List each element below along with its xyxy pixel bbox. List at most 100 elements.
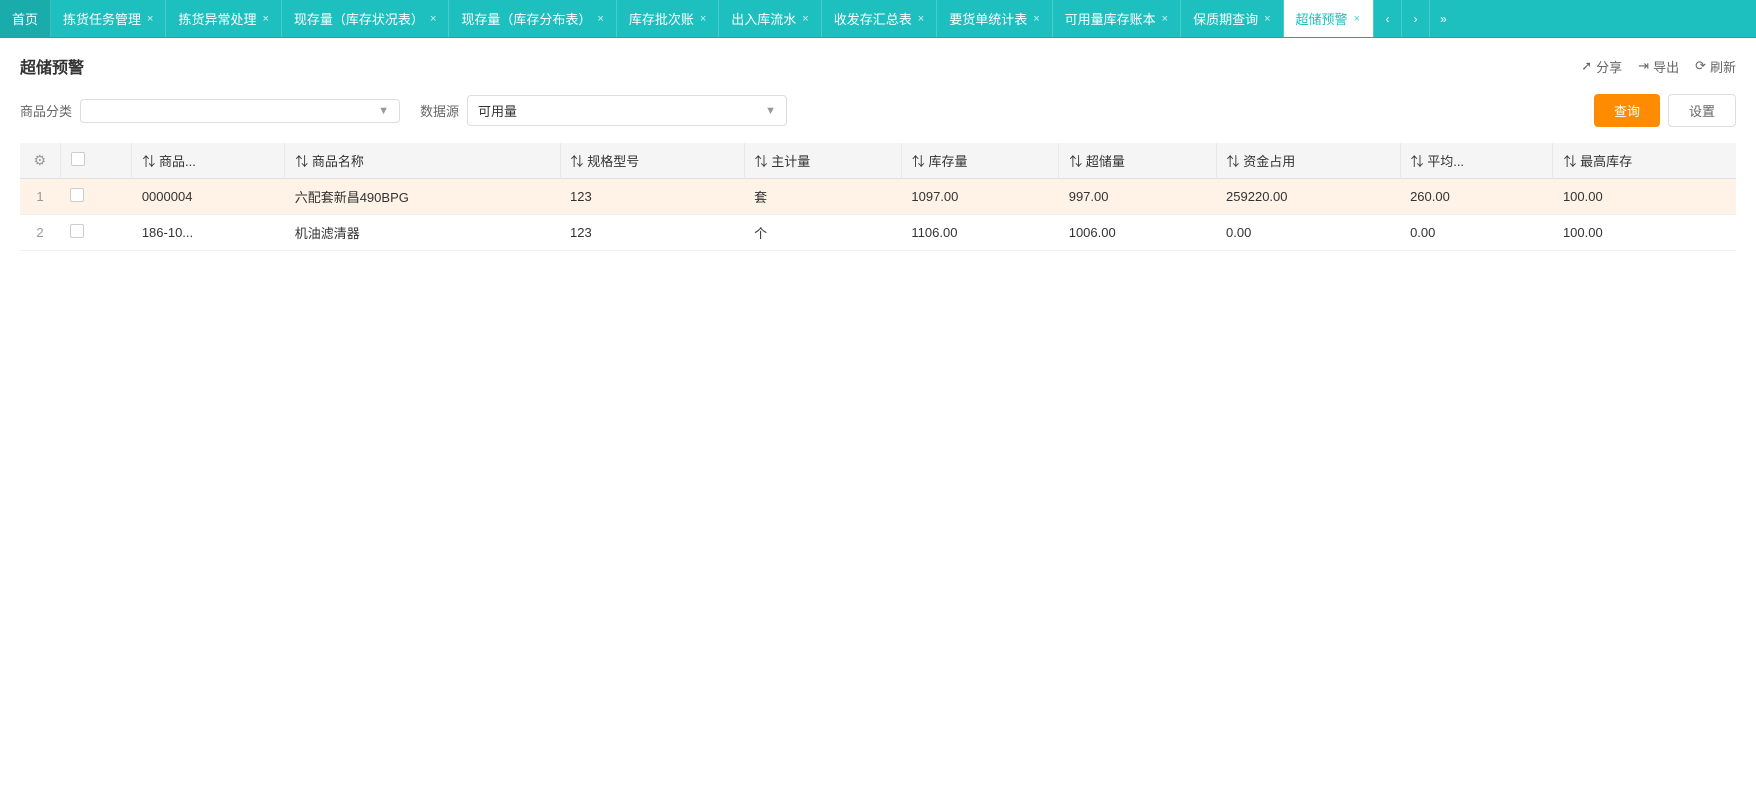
- nav-item-quality-check[interactable]: 保质期查询 ×: [1181, 0, 1283, 37]
- table-settings-icon[interactable]: ⚙: [33, 152, 46, 168]
- col-spec-header[interactable]: ⇅ 规格型号: [560, 143, 744, 179]
- row-overstock-2: 1006.00: [1059, 215, 1216, 251]
- nav-item-batch-account[interactable]: 库存批次账 ×: [617, 0, 719, 37]
- row-product-code-1: 0000004: [132, 179, 285, 215]
- sort-icon-spec: ⇅: [571, 154, 584, 169]
- category-filter: 商品分类 ▼: [20, 99, 400, 123]
- nav-arrow-left[interactable]: ‹: [1373, 0, 1401, 37]
- row-product-name-2: 机油滤清器: [285, 215, 560, 251]
- datasource-label: 数据源: [420, 101, 459, 120]
- nav-item-exception-handling[interactable]: 拣货异常处理 ×: [166, 0, 281, 37]
- row-checkbox-1[interactable]: [60, 179, 132, 215]
- col-avg-header[interactable]: ⇅ 平均...: [1400, 143, 1553, 179]
- row-select-checkbox-1[interactable]: [70, 188, 84, 202]
- sort-icon-avg: ⇅: [1411, 154, 1424, 169]
- select-all-checkbox[interactable]: [71, 152, 85, 166]
- col-settings: ⚙: [20, 143, 60, 179]
- sort-icon-product-name: ⇅: [295, 154, 308, 169]
- table-row: 2 186-10... 机油滤清器 123 个 1106.00 1006.00 …: [20, 215, 1736, 251]
- row-inventory-2: 1106.00: [901, 215, 1058, 251]
- refresh-button[interactable]: ⟳ 刷新: [1695, 57, 1736, 76]
- main-content: 超储预警 ➚ 分享 ⇥ 导出 ⟳ 刷新 商品分类 ▼ 数据源: [0, 38, 1756, 800]
- table-row: 1 0000004 六配套新昌490BPG 123 套 1097.00 997.…: [20, 179, 1736, 215]
- nav-item-inventory-dist[interactable]: 现存量（库存分布表） ×: [449, 0, 616, 37]
- row-capital-2: 0.00: [1216, 215, 1400, 251]
- row-checkbox-2[interactable]: [60, 215, 132, 251]
- nav-item-inout-flow[interactable]: 出入库流水 ×: [719, 0, 821, 37]
- nav-close-recv-send-summary[interactable]: ×: [918, 13, 924, 25]
- sort-icon-overstock: ⇅: [1069, 154, 1082, 169]
- filter-row: 商品分类 ▼ 数据源 可用量 ▼ 查询 设置: [20, 94, 1736, 127]
- header-actions: ➚ 分享 ⇥ 导出 ⟳ 刷新: [1581, 57, 1736, 76]
- row-spec-1: 123: [560, 179, 744, 215]
- nav-close-order-stats[interactable]: ×: [1033, 13, 1039, 25]
- nav-item-order-stats[interactable]: 要货单统计表 ×: [937, 0, 1052, 37]
- nav-close-batch-account[interactable]: ×: [700, 13, 706, 25]
- top-navigation: 首页 拣货任务管理 × 拣货异常处理 × 现存量（库存状况表） × 现存量（库存…: [0, 0, 1756, 38]
- share-button[interactable]: ➚ 分享: [1581, 57, 1622, 76]
- row-avg-2: 0.00: [1400, 215, 1553, 251]
- col-max-stock-header[interactable]: ⇅ 最高库存: [1553, 143, 1736, 179]
- sort-icon-capital: ⇅: [1227, 154, 1240, 169]
- row-capital-1: 259220.00: [1216, 179, 1400, 215]
- nav-arrow-right[interactable]: ›: [1401, 0, 1429, 37]
- datasource-select-value: 可用量: [478, 101, 517, 120]
- nav-item-recv-send-summary[interactable]: 收发存汇总表 ×: [822, 0, 937, 37]
- col-capital-header[interactable]: ⇅ 资金占用: [1216, 143, 1400, 179]
- row-unit-2: 个: [744, 215, 901, 251]
- row-avg-1: 260.00: [1400, 179, 1553, 215]
- col-inventory-header[interactable]: ⇅ 库存量: [901, 143, 1058, 179]
- row-num-2: 2: [20, 215, 60, 251]
- nav-close-inout-flow[interactable]: ×: [802, 13, 808, 25]
- query-button[interactable]: 查询: [1594, 94, 1660, 127]
- row-overstock-1: 997.00: [1059, 179, 1216, 215]
- sort-icon-max-stock: ⇅: [1563, 154, 1576, 169]
- nav-close-inventory-status[interactable]: ×: [430, 13, 436, 25]
- col-overstock-header[interactable]: ⇅ 超储量: [1059, 143, 1216, 179]
- nav-close-overstock-warning[interactable]: ×: [1354, 13, 1360, 25]
- nav-arrow-end[interactable]: »: [1429, 0, 1457, 37]
- table-header-row: ⚙ ⇅ 商品... ⇅ 商品名称 ⇅ 规格型号 ⇅: [20, 143, 1736, 179]
- col-unit-header[interactable]: ⇅ 主计量: [744, 143, 901, 179]
- row-spec-2: 123: [560, 215, 744, 251]
- share-icon: ➚: [1581, 58, 1592, 74]
- page-title: 超储预警: [20, 54, 84, 78]
- nav-close-available-ledger[interactable]: ×: [1162, 13, 1168, 25]
- nav-item-task-mgmt[interactable]: 拣货任务管理 ×: [51, 0, 166, 37]
- row-product-name-1: 六配套新昌490BPG: [285, 179, 560, 215]
- category-label: 商品分类: [20, 101, 72, 120]
- export-icon: ⇥: [1638, 58, 1649, 74]
- nav-item-overstock-warning[interactable]: 超储预警 ×: [1284, 0, 1373, 37]
- data-table: ⚙ ⇅ 商品... ⇅ 商品名称 ⇅ 规格型号 ⇅: [20, 143, 1736, 251]
- row-inventory-1: 1097.00: [901, 179, 1058, 215]
- nav-item-available-ledger[interactable]: 可用量库存账本 ×: [1053, 0, 1181, 37]
- row-product-code-2: 186-10...: [132, 215, 285, 251]
- export-button[interactable]: ⇥ 导出: [1638, 57, 1679, 76]
- nav-item-home[interactable]: 首页: [0, 0, 51, 37]
- col-checkbox-header: [60, 143, 132, 179]
- sort-icon-product-code: ⇅: [142, 154, 155, 169]
- nav-item-inventory-status[interactable]: 现存量（库存状况表） ×: [282, 0, 449, 37]
- refresh-icon: ⟳: [1695, 58, 1706, 74]
- col-product-code-header[interactable]: ⇅ 商品...: [132, 143, 285, 179]
- row-max-stock-2: 100.00: [1553, 215, 1736, 251]
- datasource-filter: 数据源 可用量 ▼: [420, 95, 787, 126]
- nav-close-task-mgmt[interactable]: ×: [147, 13, 153, 25]
- nav-close-inventory-dist[interactable]: ×: [597, 13, 603, 25]
- col-product-name-header[interactable]: ⇅ 商品名称: [285, 143, 560, 179]
- datasource-dropdown-arrow: ▼: [765, 105, 776, 117]
- category-dropdown-arrow: ▼: [378, 105, 389, 117]
- row-max-stock-1: 100.00: [1553, 179, 1736, 215]
- page-header: 超储预警 ➚ 分享 ⇥ 导出 ⟳ 刷新: [20, 54, 1736, 78]
- sort-icon-inventory: ⇅: [912, 154, 925, 169]
- settings-button[interactable]: 设置: [1668, 94, 1736, 127]
- sort-icon-unit: ⇅: [755, 154, 768, 169]
- row-unit-1: 套: [744, 179, 901, 215]
- row-select-checkbox-2[interactable]: [70, 224, 84, 238]
- row-num-1: 1: [20, 179, 60, 215]
- nav-close-quality-check[interactable]: ×: [1264, 13, 1270, 25]
- datasource-select[interactable]: 可用量 ▼: [467, 95, 787, 126]
- filter-actions: 查询 设置: [1594, 94, 1736, 127]
- category-select[interactable]: ▼: [80, 99, 400, 123]
- nav-close-exception-handling[interactable]: ×: [262, 13, 268, 25]
